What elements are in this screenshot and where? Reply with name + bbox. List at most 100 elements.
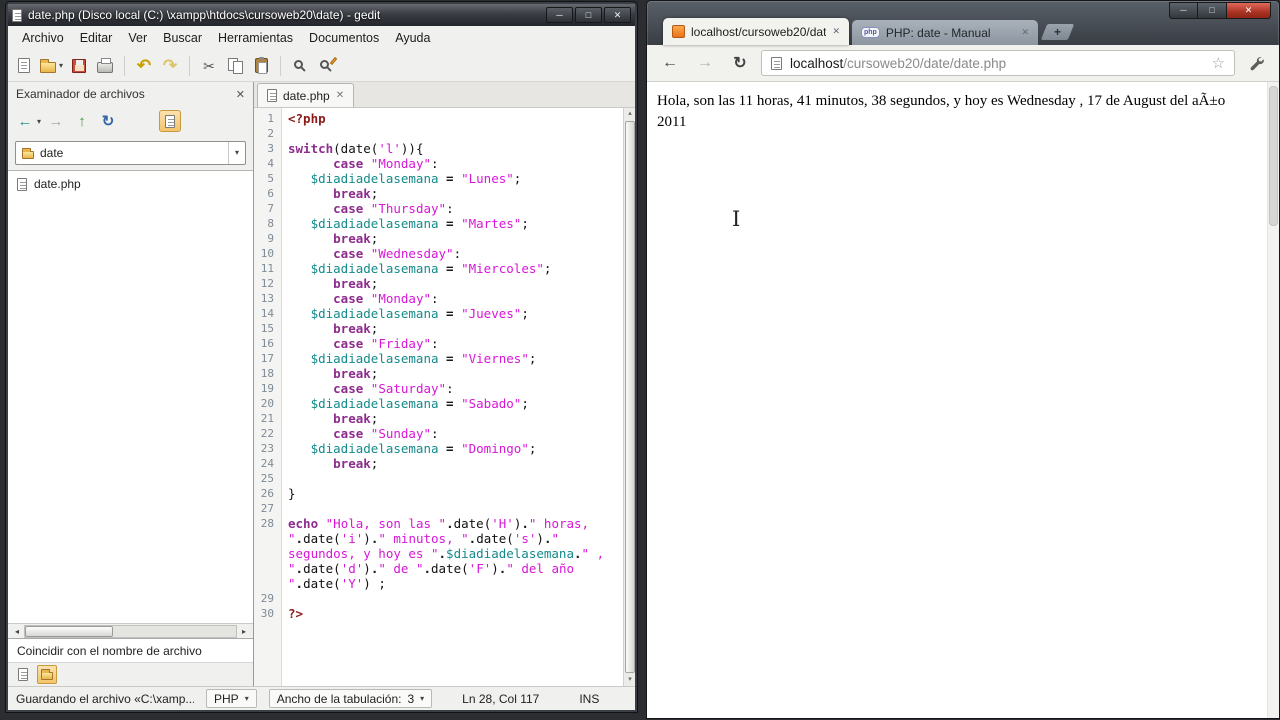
menu-ver[interactable]: Ver [120, 28, 155, 48]
menu-buscar[interactable]: Buscar [155, 28, 210, 48]
undo-button[interactable]: ↶ [132, 54, 156, 78]
chevron-down-icon: ▾ [227, 142, 239, 164]
tab-close-icon[interactable]: ✕ [336, 90, 344, 101]
editor-tab[interactable]: date.php ✕ [257, 83, 355, 107]
replace-button[interactable] [314, 54, 338, 78]
code-text: $diadiadelasemana = "Jueves"; [281, 306, 623, 321]
menu-ayuda[interactable]: Ayuda [387, 28, 438, 48]
panel-close-icon[interactable]: ✕ [236, 88, 245, 101]
menu-documentos[interactable]: Documentos [301, 28, 387, 48]
line-number: 7 [267, 202, 274, 215]
tab-close-icon[interactable]: ✕ [832, 26, 840, 37]
code-line: 4 case "Monday": [254, 156, 623, 171]
maximize-button[interactable]: □ [1198, 2, 1226, 19]
code-area[interactable]: 1 <?php 2 3 switch(date('l')){4 case "Monda… [254, 108, 635, 686]
code-token: = [446, 216, 454, 231]
open-button[interactable]: ▾ [38, 54, 65, 78]
gedit-titlebar[interactable]: date.php (Disco local (C:) \xampp\htdocs… [8, 4, 635, 26]
code-token: 'i' [340, 531, 364, 546]
location-combo[interactable]: date ▾ [15, 141, 246, 165]
forward-icon: → [48, 112, 64, 130]
code-token: "Lunes" [461, 171, 514, 186]
browser-tab-0[interactable]: localhost/cursoweb20/date ✕ [663, 18, 849, 45]
code-token: case [333, 291, 364, 306]
chrome-frame[interactable]: ─ □ ✕ localhost/cursoweb20/date ✕ php PHP: … [647, 1, 1279, 45]
wrench-menu-button[interactable] [1242, 50, 1270, 76]
menu-archivo[interactable]: Archivo [14, 28, 72, 48]
line-number: 17 [260, 352, 274, 365]
code-text: case "Sunday": [281, 426, 623, 441]
scrollbar-thumb[interactable] [1269, 86, 1278, 226]
address-bar[interactable]: localhost/cursoweb20/date/date.php ☆ [761, 50, 1235, 76]
code-token: "Saturday" [370, 381, 447, 396]
forward-button[interactable]: → [45, 110, 67, 132]
paste-button[interactable] [249, 54, 273, 78]
code-token: date( [476, 531, 514, 546]
minimize-icon: ─ [556, 10, 563, 20]
minimize-button[interactable]: ─ [1169, 2, 1198, 19]
scroll-up-icon[interactable]: ▴ [624, 108, 635, 120]
minimize-button[interactable]: ─ [546, 7, 573, 23]
code-token: break [333, 456, 371, 471]
save-button[interactable] [67, 54, 91, 78]
code-line: 1 <?php [254, 111, 623, 126]
code-token: = [446, 261, 454, 276]
page-icon [771, 56, 782, 70]
editor-scrollbar[interactable]: ▴ ▾ [623, 108, 635, 686]
copy-button[interactable] [223, 54, 247, 78]
line-number: 25 [260, 472, 274, 485]
back-button[interactable]: ← [656, 50, 684, 76]
scrollbar-track[interactable] [24, 624, 237, 638]
print-button[interactable] [93, 54, 117, 78]
scrollbar-thumb[interactable] [625, 121, 635, 673]
code-token: date( [303, 561, 341, 576]
redo-button[interactable]: ↷ [158, 54, 182, 78]
show-location-toggle[interactable] [159, 110, 182, 132]
close-button[interactable]: ✕ [1226, 2, 1271, 19]
text-cursor-icon: I [732, 207, 741, 231]
new-tab-button[interactable]: + [1040, 24, 1075, 40]
filename-filter[interactable]: Coincidir con el nombre de archivo [8, 638, 253, 662]
new-document-button[interactable] [12, 54, 36, 78]
back-button[interactable]: ← [14, 110, 36, 132]
code-line: 13 case "Monday": [254, 291, 623, 306]
maximize-button[interactable]: □ [575, 7, 602, 23]
file-row[interactable]: date.php [8, 174, 253, 194]
page-scrollbar[interactable] [1267, 82, 1279, 718]
insert-mode: INS [579, 691, 600, 706]
scroll-left-icon[interactable]: ◂ [10, 625, 24, 638]
language-selector[interactable]: PHP ▾ [206, 689, 257, 708]
bookmark-star-icon[interactable]: ☆ [1212, 54, 1225, 72]
refresh-button[interactable]: ↻ [97, 110, 119, 132]
tab-width-selector[interactable]: Ancho de la tabulación: 3 ▾ [268, 689, 433, 708]
chevron-down-icon[interactable]: ▾ [59, 61, 63, 70]
up-button[interactable]: ↑ [71, 110, 93, 132]
code-text: } [281, 486, 623, 501]
scrollbar-thumb[interactable] [25, 625, 113, 637]
code-token: ; [521, 306, 529, 321]
cut-button[interactable]: ✂ [197, 54, 221, 78]
find-button[interactable] [288, 54, 312, 78]
line-number: 30 [260, 607, 274, 620]
php-favicon: php [861, 27, 880, 38]
browser-tab-1[interactable]: php PHP: date - Manual ✕ [852, 20, 1038, 45]
tab-strip: localhost/cursoweb20/date ✕ php PHP: date -… [663, 18, 1075, 45]
menu-editar[interactable]: Editar [72, 28, 121, 48]
back-history-caret-icon[interactable]: ▾ [37, 117, 41, 126]
tab-close-icon[interactable]: ✕ [1021, 27, 1029, 38]
close-button[interactable]: ✕ [604, 7, 631, 23]
horizontal-scrollbar[interactable]: ◂ ▸ [8, 623, 253, 638]
forward-button[interactable]: → [691, 50, 719, 76]
documents-icon [18, 668, 28, 681]
file-browser-panel-tab[interactable] [37, 665, 57, 684]
menu-herramientas[interactable]: Herramientas [210, 28, 301, 48]
scroll-down-icon[interactable]: ▾ [624, 674, 635, 686]
reload-button[interactable]: ↻ [726, 50, 754, 76]
scroll-right-icon[interactable]: ▸ [237, 625, 251, 638]
code-line: 9 break; [254, 231, 623, 246]
code-token: 'Y' [340, 576, 364, 591]
documents-panel-tab[interactable] [13, 665, 33, 684]
